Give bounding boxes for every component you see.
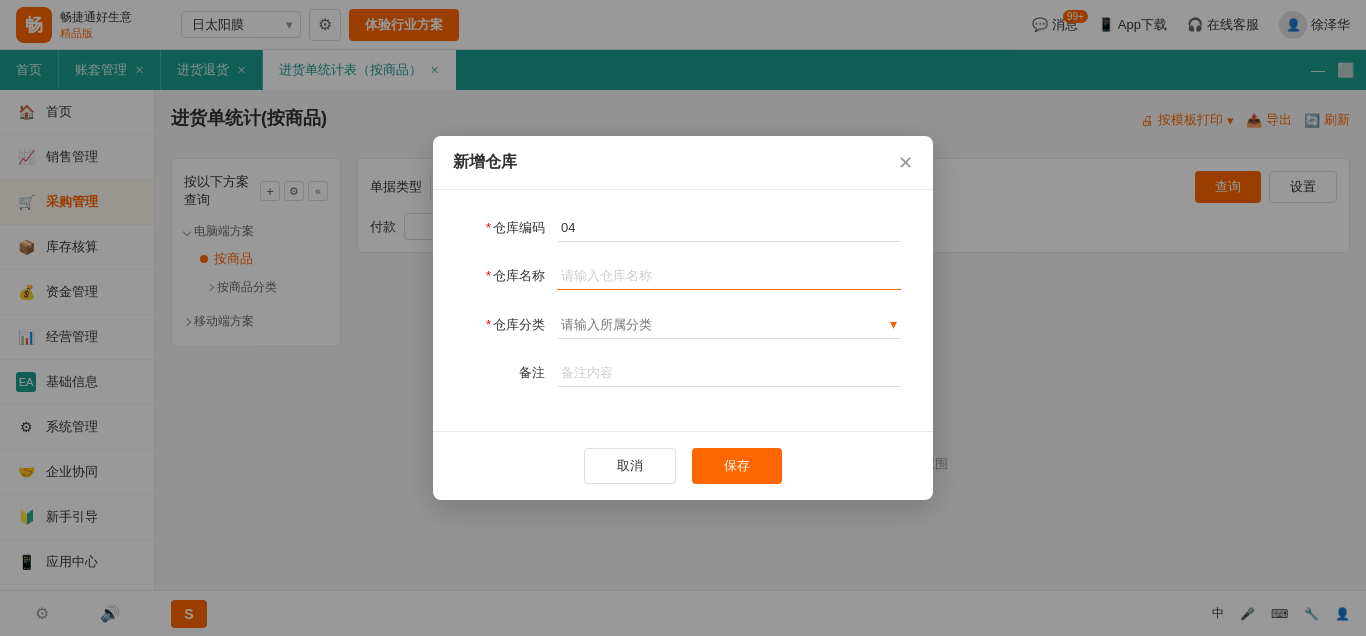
- remark-row: 备注: [465, 359, 901, 387]
- modal-close-button[interactable]: ✕: [898, 154, 913, 172]
- required-star-name: *: [486, 268, 491, 283]
- warehouse-category-select[interactable]: ▾: [557, 310, 901, 339]
- save-button[interactable]: 保存: [692, 448, 782, 484]
- modal-footer: 取消 保存: [433, 431, 933, 500]
- required-star-category: *: [486, 317, 491, 332]
- remark-label: 备注: [465, 364, 545, 382]
- warehouse-category-row: *仓库分类 ▾: [465, 310, 901, 339]
- add-warehouse-modal: 新增仓库 ✕ *仓库编码 *仓库名称 *仓库分类: [433, 136, 933, 500]
- warehouse-code-input[interactable]: [557, 214, 901, 242]
- modal-body: *仓库编码 *仓库名称 *仓库分类 ▾: [433, 190, 933, 431]
- remark-input[interactable]: [557, 359, 901, 387]
- required-star-code: *: [486, 220, 491, 235]
- warehouse-category-input[interactable]: [561, 317, 890, 332]
- category-dropdown-arrow: ▾: [890, 316, 897, 332]
- modal-title: 新增仓库: [453, 152, 517, 173]
- warehouse-category-label: *仓库分类: [465, 316, 545, 334]
- modal-overlay: 新增仓库 ✕ *仓库编码 *仓库名称 *仓库分类: [0, 0, 1366, 636]
- warehouse-name-row: *仓库名称: [465, 262, 901, 290]
- cancel-button[interactable]: 取消: [584, 448, 676, 484]
- warehouse-code-label: *仓库编码: [465, 219, 545, 237]
- warehouse-name-label: *仓库名称: [465, 267, 545, 285]
- modal-header: 新增仓库 ✕: [433, 136, 933, 190]
- warehouse-name-input[interactable]: [557, 262, 901, 290]
- warehouse-code-row: *仓库编码: [465, 214, 901, 242]
